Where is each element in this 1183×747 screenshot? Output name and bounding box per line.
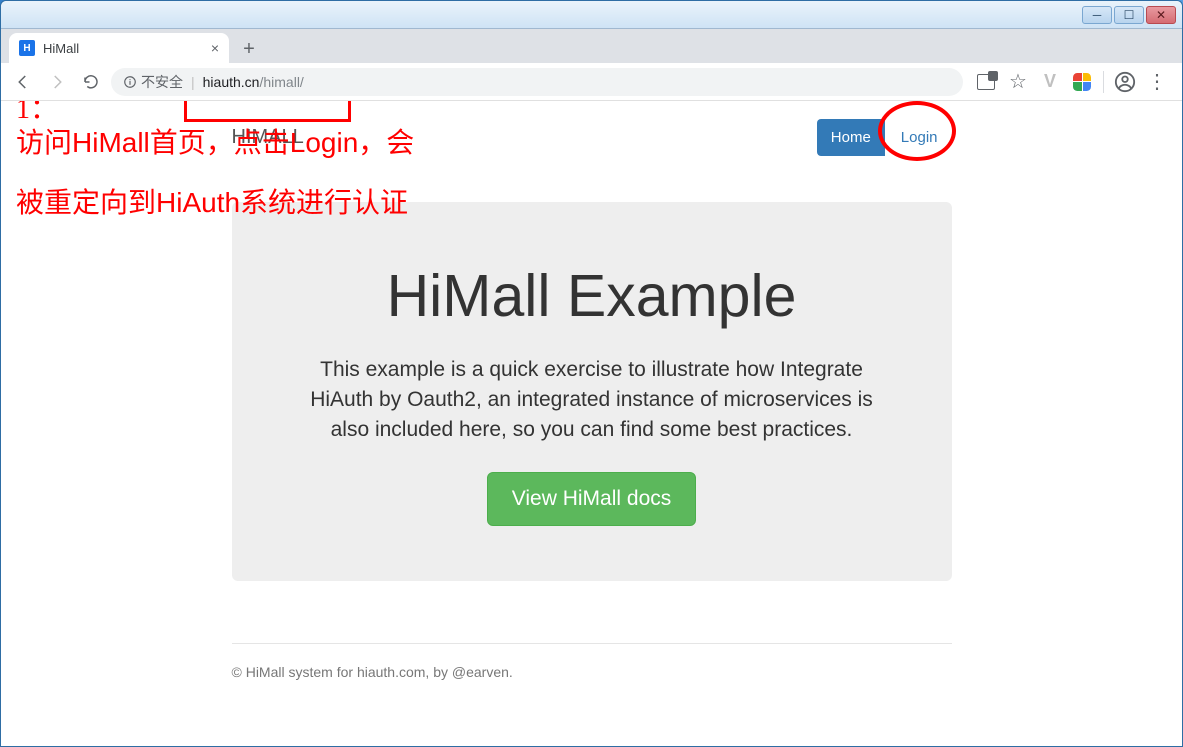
browser-toolbar: 不安全 | hiauth.cn/himall/ ☆ V ⋮ (1, 63, 1182, 101)
window-close-button[interactable]: ✕ (1146, 6, 1176, 24)
back-button[interactable] (9, 68, 37, 96)
window-titlebar: ─ ☐ ✕ (1, 1, 1182, 29)
nav-home-button[interactable]: Home (817, 119, 885, 156)
security-text: 不安全 (141, 72, 183, 92)
page-viewport: 1： 访问HiMall首页，点击Login，会 被重定向到HiAuth系统进行认… (1, 101, 1182, 746)
forward-button[interactable] (43, 68, 71, 96)
extension-area: ☆ V ⋮ (969, 71, 1174, 93)
reload-icon (82, 73, 100, 91)
page-footer: © HiMall system for hiauth.com, by @earv… (232, 643, 952, 680)
jumbotron: HiMall Example This example is a quick e… (232, 202, 952, 581)
window-minimize-button[interactable]: ─ (1082, 6, 1112, 24)
arrow-right-icon (48, 73, 66, 91)
bookmark-star-icon[interactable]: ☆ (1007, 71, 1029, 93)
tab-close-icon[interactable]: × (211, 40, 219, 56)
security-indicator[interactable]: 不安全 (123, 72, 183, 92)
v-extension-icon[interactable]: V (1039, 71, 1061, 93)
address-bar[interactable]: 不安全 | hiauth.cn/himall/ (111, 68, 963, 96)
colorful-extension-icon[interactable] (1071, 71, 1093, 93)
jumbotron-description: This example is a quick exercise to illu… (292, 355, 892, 444)
annotation-text-line1: 访问HiMall首页，点击Login，会 (16, 121, 414, 161)
footer-text: © HiMall system for hiauth.com, by @earv… (232, 664, 513, 680)
view-docs-button[interactable]: View HiMall docs (487, 472, 697, 526)
annotation-text-line2: 被重定向到HiAuth系统进行认证 (16, 181, 408, 221)
reload-button[interactable] (77, 68, 105, 96)
tab-strip: H HiMall × + (1, 29, 1182, 63)
jumbotron-title: HiMall Example (292, 262, 892, 330)
separator (1103, 71, 1104, 93)
browser-tab[interactable]: H HiMall × (9, 33, 229, 63)
browser-menu-icon[interactable]: ⋮ (1146, 71, 1168, 93)
new-tab-button[interactable]: + (235, 35, 263, 63)
address-separator: | (191, 74, 195, 90)
window-maximize-button[interactable]: ☐ (1114, 6, 1144, 24)
info-icon (123, 75, 137, 89)
arrow-left-icon (14, 73, 32, 91)
nav-login-link[interactable]: Login (887, 119, 952, 156)
account-icon[interactable] (1114, 71, 1136, 93)
translate-icon[interactable] (975, 71, 997, 93)
tab-favicon-icon: H (19, 40, 35, 56)
browser-window: ─ ☐ ✕ H HiMall × + 不安全 | (0, 0, 1183, 747)
url-text: hiauth.cn/himall/ (203, 74, 304, 90)
tab-title: HiMall (43, 41, 211, 56)
